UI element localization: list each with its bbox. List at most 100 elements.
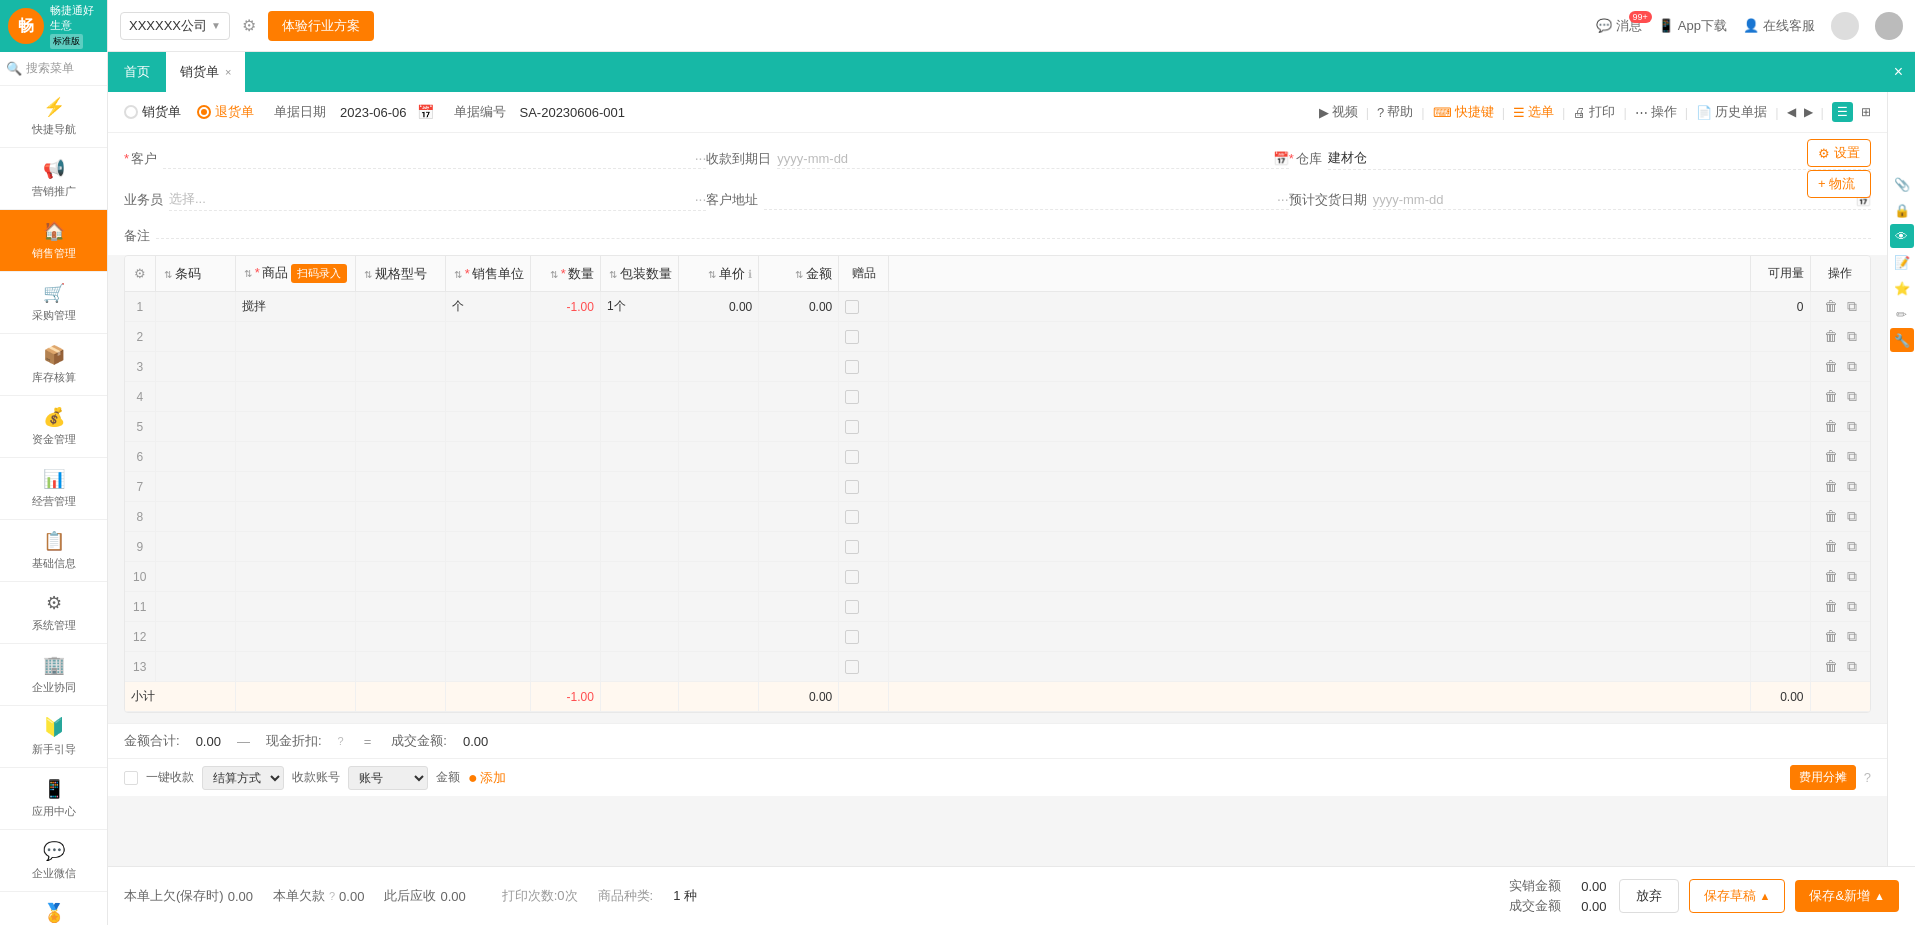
discount-info-icon[interactable]: ? <box>338 735 344 747</box>
row-spec[interactable] <box>355 412 445 442</box>
copy-row-icon[interactable]: ⧉ <box>1844 448 1860 464</box>
delete-row-icon[interactable]: 🗑 <box>1821 388 1841 404</box>
row-pkg-qty[interactable] <box>600 562 678 592</box>
right-btn-note[interactable]: 📝 <box>1890 250 1914 274</box>
copy-row-icon[interactable]: ⧉ <box>1844 538 1860 554</box>
row-qty[interactable] <box>530 652 600 682</box>
row-gift[interactable] <box>839 622 889 652</box>
row-gift[interactable] <box>839 502 889 532</box>
row-barcode[interactable] <box>155 382 235 412</box>
row-spec[interactable] <box>355 562 445 592</box>
row-product[interactable] <box>235 412 355 442</box>
row-amount[interactable] <box>759 412 839 442</box>
shortcut-btn[interactable]: ⌨ 快捷键 <box>1433 103 1494 121</box>
row-spec[interactable] <box>355 442 445 472</box>
th-qty-sort-icon[interactable]: ⇅ <box>550 269 558 280</box>
delete-row-icon[interactable]: 🗑 <box>1821 328 1841 344</box>
copy-row-icon[interactable]: ⧉ <box>1844 478 1860 494</box>
delete-row-icon[interactable]: 🗑 <box>1821 358 1841 374</box>
row-pkg-qty[interactable]: 1个 <box>600 292 678 322</box>
copy-row-icon[interactable]: ⧉ <box>1844 418 1860 434</box>
row-unit[interactable] <box>445 472 530 502</box>
th-amount-sort-icon[interactable]: ⇅ <box>795 269 803 280</box>
settings-btn[interactable]: ⚙ 设置 <box>1807 139 1871 167</box>
sidebar-item-wechat[interactable]: 💬 企业微信 <box>0 830 107 892</box>
gift-checkbox[interactable] <box>845 570 859 584</box>
row-pkg-qty[interactable] <box>600 652 678 682</box>
row-product[interactable] <box>235 592 355 622</box>
row-barcode[interactable] <box>155 292 235 322</box>
copy-row-icon[interactable]: ⧉ <box>1844 508 1860 524</box>
row-amount[interactable] <box>759 322 839 352</box>
row-product[interactable] <box>235 652 355 682</box>
row-unit[interactable] <box>445 562 530 592</box>
row-barcode[interactable] <box>155 562 235 592</box>
next-record-btn[interactable]: ▶ <box>1804 105 1813 119</box>
tab-close-icon[interactable]: × <box>225 66 231 78</box>
row-product[interactable]: 搅拌 <box>235 292 355 322</box>
row-price[interactable] <box>679 502 759 532</box>
row-unit[interactable] <box>445 322 530 352</box>
expense-split-btn[interactable]: 费用分摊 <box>1790 765 1856 790</box>
tab-sales-order[interactable]: 销货单 × <box>166 52 245 92</box>
row-price[interactable] <box>679 322 759 352</box>
row-product[interactable] <box>235 502 355 532</box>
row-amount[interactable] <box>759 622 839 652</box>
copy-row-icon[interactable]: ⧉ <box>1844 628 1860 644</box>
row-pkg-qty[interactable] <box>600 322 678 352</box>
radio-return-order[interactable]: 退货单 <box>197 103 254 121</box>
row-spec[interactable] <box>355 472 445 502</box>
row-unit[interactable] <box>445 622 530 652</box>
row-barcode[interactable] <box>155 472 235 502</box>
th-product-sort-icon[interactable]: ⇅ <box>244 268 252 279</box>
th-price-sort-icon[interactable]: ⇅ <box>708 269 716 280</box>
row-product[interactable] <box>235 472 355 502</box>
row-gift[interactable] <box>839 442 889 472</box>
discard-button[interactable]: 放弃 <box>1619 879 1679 913</box>
row-gift[interactable] <box>839 472 889 502</box>
row-pkg-qty[interactable] <box>600 352 678 382</box>
row-pkg-qty[interactable] <box>600 412 678 442</box>
payment-method-select[interactable]: 结算方式 <box>202 766 284 790</box>
row-gift[interactable] <box>839 412 889 442</box>
row-price[interactable] <box>679 622 759 652</box>
online-service-button[interactable]: 👤 在线客服 <box>1743 17 1815 35</box>
sidebar-search[interactable]: 🔍 搜索菜单 <box>0 52 107 86</box>
row-amount[interactable] <box>759 592 839 622</box>
copy-row-icon[interactable]: ⧉ <box>1844 298 1860 314</box>
th-gear[interactable]: ⚙ <box>125 256 155 292</box>
row-unit[interactable] <box>445 502 530 532</box>
copy-row-icon[interactable]: ⧉ <box>1844 358 1860 374</box>
row-amount[interactable]: 0.00 <box>759 292 839 322</box>
right-btn-star[interactable]: ⭐ <box>1890 276 1914 300</box>
row-pkg-qty[interactable] <box>600 592 678 622</box>
action-btn[interactable]: ⋯ 操作 <box>1635 103 1677 121</box>
row-pkg-qty[interactable] <box>600 472 678 502</box>
row-pkg-qty[interactable] <box>600 502 678 532</box>
copy-row-icon[interactable]: ⧉ <box>1844 598 1860 614</box>
row-spec[interactable] <box>355 322 445 352</box>
row-barcode[interactable] <box>155 592 235 622</box>
row-spec[interactable] <box>355 292 445 322</box>
history-btn[interactable]: 📄 历史单据 <box>1696 103 1767 121</box>
row-gift[interactable] <box>839 322 889 352</box>
sidebar-item-purchase[interactable]: 🛒 采购管理 <box>0 272 107 334</box>
row-amount[interactable] <box>759 352 839 382</box>
row-gift[interactable] <box>839 652 889 682</box>
row-barcode[interactable] <box>155 412 235 442</box>
row-product[interactable] <box>235 382 355 412</box>
row-barcode[interactable] <box>155 442 235 472</box>
row-spec[interactable] <box>355 592 445 622</box>
gift-checkbox[interactable] <box>845 480 859 494</box>
view-grid-btn[interactable]: ⊞ <box>1861 105 1871 119</box>
th-pkg-sort-icon[interactable]: ⇅ <box>609 269 617 280</box>
user-avatar[interactable] <box>1831 12 1859 40</box>
row-product[interactable] <box>235 532 355 562</box>
message-button[interactable]: 💬 消息 99+ <box>1596 17 1642 35</box>
gift-checkbox[interactable] <box>845 660 859 674</box>
select-btn[interactable]: ☰ 选单 <box>1513 103 1554 121</box>
salesman-input-area[interactable]: 选择... ··· <box>169 188 706 211</box>
view-list-btn[interactable]: ☰ <box>1832 102 1853 122</box>
payment-date-cal-icon[interactable]: 📅 <box>1273 151 1289 166</box>
delete-row-icon[interactable]: 🗑 <box>1821 478 1841 494</box>
